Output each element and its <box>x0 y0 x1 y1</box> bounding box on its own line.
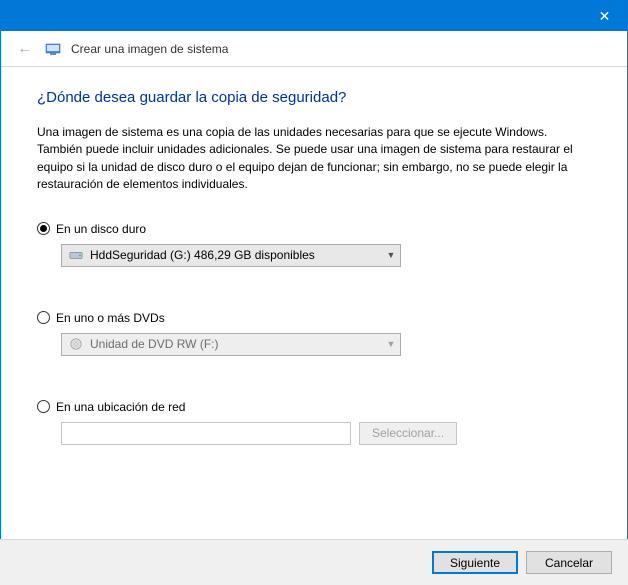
hard-disk-icon <box>68 247 84 263</box>
cancel-button[interactable]: Cancelar <box>526 551 612 574</box>
radio-row-hdd[interactable]: En un disco duro <box>37 222 591 236</box>
radio-network[interactable] <box>37 400 50 413</box>
back-arrow-icon: ← <box>15 40 35 58</box>
wizard-title: Crear una imagen de sistema <box>71 42 228 56</box>
wizard-header: ← Crear una imagen de sistema <box>1 31 627 67</box>
system-image-icon <box>45 41 61 57</box>
hdd-drive-select[interactable]: HddSeguridad (G:) 486,29 GB disponibles … <box>61 244 401 267</box>
chevron-down-icon: ▼ <box>382 334 400 355</box>
dvd-drive-select: Unidad de DVD RW (F:) ▼ <box>61 333 401 356</box>
next-button[interactable]: Siguiente <box>432 551 518 574</box>
network-path-input[interactable] <box>61 422 351 445</box>
radio-hdd[interactable] <box>37 222 50 235</box>
radio-dvd-label: En uno o más DVDs <box>56 311 165 325</box>
radio-dvd[interactable] <box>37 311 50 324</box>
dvd-drive-icon <box>68 336 84 352</box>
radio-hdd-label: En un disco duro <box>56 222 146 236</box>
network-select-button: Seleccionar... <box>359 422 457 445</box>
option-hard-disk: En un disco duro HddSeguridad (G:) 486,2… <box>37 222 591 267</box>
dvd-drive-text: Unidad de DVD RW (F:) <box>90 337 382 351</box>
option-dvd: En uno o más DVDs Unidad de DVD RW (F:) … <box>37 311 591 356</box>
radio-row-dvd[interactable]: En uno o más DVDs <box>37 311 591 325</box>
close-button[interactable]: ✕ <box>582 1 627 31</box>
close-icon: ✕ <box>599 8 611 25</box>
option-network: En una ubicación de red Seleccionar... <box>37 400 591 445</box>
titlebar: ✕ <box>1 1 627 31</box>
radio-network-label: En una ubicación de red <box>56 400 185 414</box>
page-heading: ¿Dónde desea guardar la copia de segurid… <box>37 89 591 106</box>
chevron-down-icon: ▼ <box>382 245 400 266</box>
hdd-drive-text: HddSeguridad (G:) 486,29 GB disponibles <box>90 248 382 262</box>
content-area: ¿Dónde desea guardar la copia de segurid… <box>1 67 627 445</box>
wizard-footer: Siguiente Cancelar <box>0 539 628 585</box>
radio-row-network[interactable]: En una ubicación de red <box>37 400 591 414</box>
page-description: Una imagen de sistema es una copia de la… <box>37 124 591 194</box>
